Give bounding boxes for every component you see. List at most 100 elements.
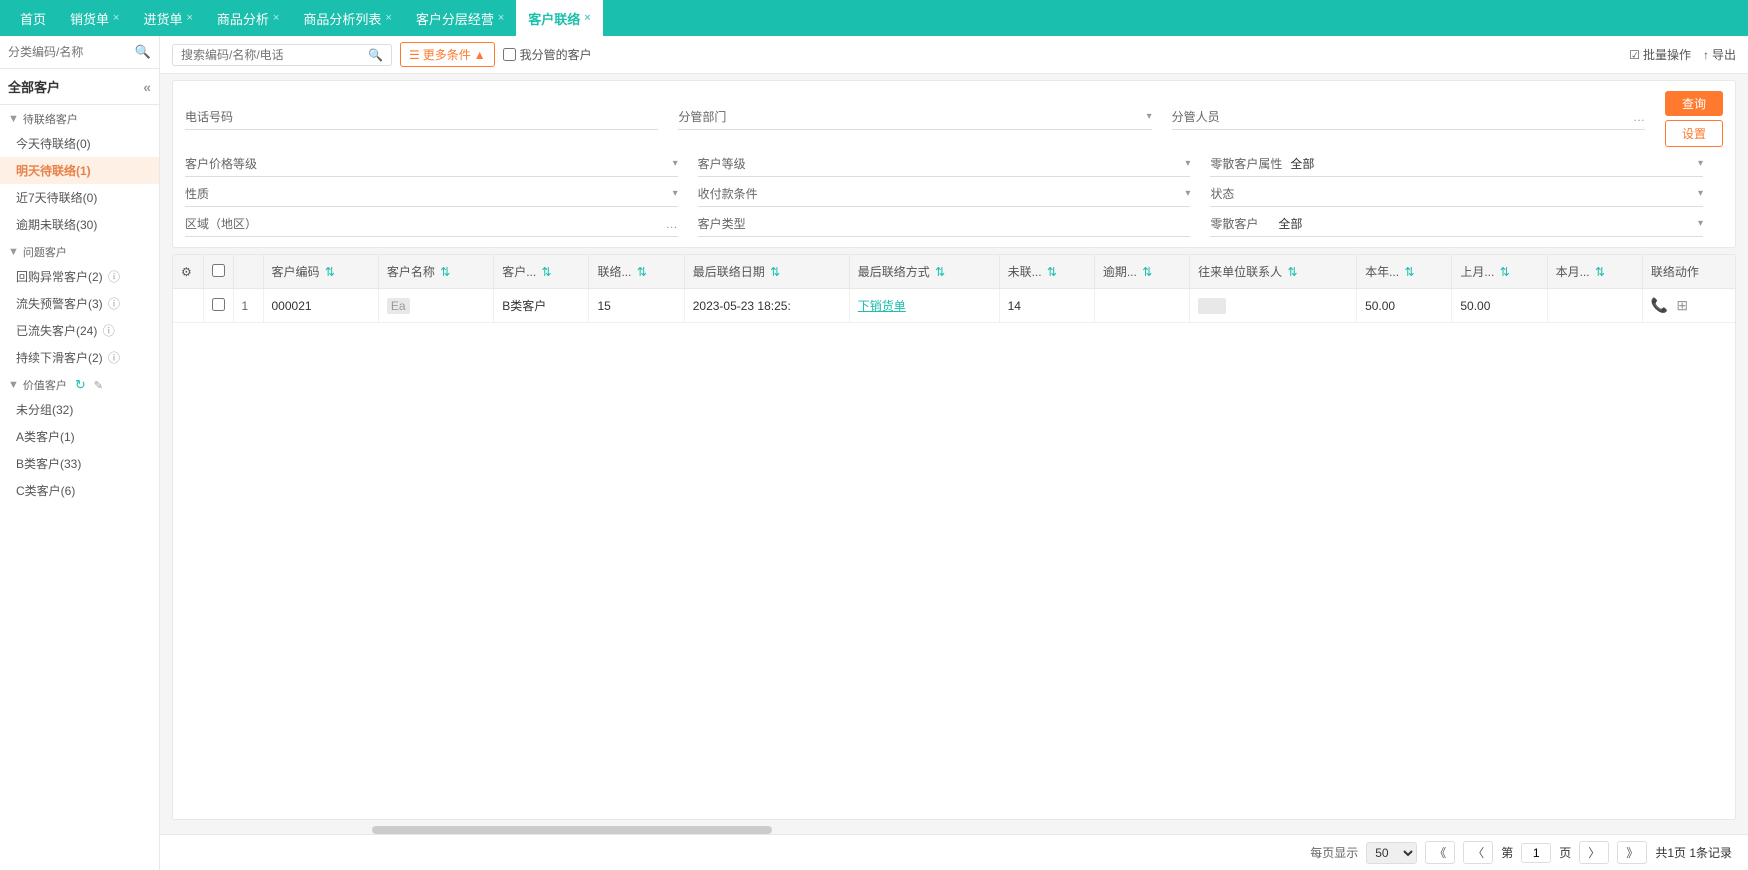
sidebar-item-ungrouped[interactable]: 未分组(32): [0, 396, 159, 423]
row-checkbox-cell[interactable]: [203, 289, 233, 323]
more-conditions-btn[interactable]: ☰ 更多条件 ▲: [400, 42, 495, 67]
row-type-cell: B类客户: [494, 289, 589, 323]
sidebar-item-today-pending[interactable]: 今天待联络(0): [0, 130, 159, 157]
sort-customer-name-icon: ⇅: [440, 265, 450, 279]
sidebar-value-group[interactable]: ▼ 价值客户 ↻ ✎: [0, 371, 159, 396]
nav-close-product-analysis[interactable]: ×: [273, 12, 279, 24]
nav-home[interactable]: 首页: [8, 0, 58, 36]
my-customers-checkbox[interactable]: [503, 48, 516, 61]
sidebar-item-repurchase-anomaly[interactable]: 回购异常客户(2) ⓘ: [0, 263, 159, 290]
next-page-btn[interactable]: 〉: [1579, 841, 1609, 864]
th-num: [233, 255, 263, 289]
table-body: 1 000021 Ea B类客户 15 2023-05-23 18:25: 下销…: [173, 289, 1735, 323]
customer-level-label: 客户等级: [698, 155, 758, 172]
th-this-year[interactable]: 本年... ⇅: [1357, 255, 1452, 289]
prev-page-btn[interactable]: 〈: [1463, 841, 1493, 864]
value-edit-icon[interactable]: ✎: [94, 379, 103, 392]
last-contact-method-link[interactable]: 下销货单: [858, 299, 906, 313]
batch-operation-btn[interactable]: ☑ 批量操作: [1629, 46, 1691, 63]
sidebar-collapse-icon[interactable]: «: [143, 79, 151, 95]
filter-customer-type: 客户类型: [698, 215, 1191, 237]
th-this-month[interactable]: 本月... ⇅: [1547, 255, 1642, 289]
th-contact-person[interactable]: 往来单位联系人 ⇅: [1190, 255, 1357, 289]
select-all-checkbox[interactable]: [212, 264, 225, 277]
th-last-contact-date[interactable]: 最后联络日期 ⇅: [684, 255, 849, 289]
dept-label: 分管部门: [678, 108, 738, 125]
nav-customer-contact[interactable]: 客户联络 ×: [516, 0, 602, 36]
nav-close-customer-segmentation[interactable]: ×: [498, 12, 504, 24]
sidebar-item-type-b[interactable]: B类客户(33): [0, 450, 159, 477]
more-conditions-arrow-icon: ▲: [474, 48, 486, 62]
status-arrow-icon: ▾: [1698, 188, 1703, 199]
sidebar-item-overdue-contact[interactable]: 逾期未联络(30): [0, 211, 159, 238]
churn-warning-info-icon: ⓘ: [108, 297, 120, 311]
export-btn[interactable]: ↑ 导出: [1703, 46, 1736, 63]
problem-group-label: 问题客户: [23, 244, 67, 260]
nav-customer-segmentation[interactable]: 客户分层经营 ×: [404, 0, 516, 36]
sidebar-pending-group[interactable]: ▼ 待联络客户: [0, 105, 159, 130]
total-records: 共1页 1条记录: [1655, 844, 1732, 861]
action-grid-icon[interactable]: ⊞: [1676, 297, 1688, 314]
sidebar-item-tomorrow-pending[interactable]: 明天待联络(1): [0, 157, 159, 184]
action-phone-icon[interactable]: 📞: [1651, 297, 1668, 314]
row-code-cell: 000021: [263, 289, 378, 323]
nav-purchase-order[interactable]: 进货单 ×: [131, 0, 204, 36]
sidebar-problem-group[interactable]: ▼ 问题客户: [0, 238, 159, 263]
filter-price-level: 客户价格等级 ▾: [185, 155, 678, 177]
nav-close-product-analysis-list[interactable]: ×: [385, 12, 391, 24]
search-icon[interactable]: 🔍: [368, 48, 383, 62]
value-refresh-icon[interactable]: ↻: [75, 377, 86, 393]
nav-product-analysis-list[interactable]: 商品分析列表 ×: [291, 0, 403, 36]
th-overdue[interactable]: 逾期... ⇅: [1094, 255, 1189, 289]
th-contacts[interactable]: 联络... ⇅: [589, 255, 684, 289]
nav-sales-order[interactable]: 销货单 ×: [58, 0, 131, 36]
th-last-month[interactable]: 上月... ⇅: [1452, 255, 1547, 289]
row-last-month-cell: 50.00: [1452, 289, 1547, 323]
payment-label: 收付款条件: [698, 185, 758, 202]
row-checkbox[interactable]: [212, 298, 225, 311]
filter-panel: 电话号码 分管部门 ▾ 分管人员 … 查询 设置: [172, 80, 1736, 248]
retail-attr-label: 零散客户属性: [1210, 155, 1282, 172]
th-last-contact-method[interactable]: 最后联络方式 ⇅: [849, 255, 999, 289]
sidebar-search-input[interactable]: [8, 45, 135, 59]
export-icon: ↑: [1703, 48, 1709, 62]
sidebar-item-type-c[interactable]: C类客户(6): [0, 477, 159, 504]
nav-close-purchase-order[interactable]: ×: [186, 12, 192, 24]
row-uncontacted-cell: 14: [999, 289, 1094, 323]
setting-button[interactable]: 设置: [1665, 120, 1723, 147]
nav-close-sales-order[interactable]: ×: [113, 12, 119, 24]
customer-level-arrow-icon: ▾: [1185, 158, 1190, 169]
query-button[interactable]: 查询: [1665, 91, 1723, 116]
last-page-btn[interactable]: 》: [1617, 841, 1647, 864]
th-customer-type[interactable]: 客户... ⇅: [494, 255, 589, 289]
content-area: 🔍 ☰ 更多条件 ▲ 我分管的客户 ☑ 批量操作 ↑ 导出: [160, 36, 1748, 870]
th-settings[interactable]: ⚙: [173, 255, 203, 289]
first-page-btn[interactable]: 《: [1425, 841, 1455, 864]
sidebar-search-icon: 🔍: [135, 44, 151, 60]
page-size-select[interactable]: 50 10 20 100: [1366, 842, 1417, 864]
search-box: 🔍: [172, 44, 392, 66]
row-contact-person-cell: [1190, 289, 1357, 323]
th-uncontacted[interactable]: 未联... ⇅: [999, 255, 1094, 289]
nav-close-customer-contact[interactable]: ×: [584, 12, 590, 24]
sidebar-item-declining[interactable]: 持续下滑客户(2) ⓘ: [0, 344, 159, 371]
region-dots-icon: …: [666, 217, 678, 231]
search-input[interactable]: [181, 48, 364, 62]
th-checkbox[interactable]: [203, 255, 233, 289]
filter-icon: ☰: [409, 48, 420, 62]
nav-product-analysis[interactable]: 商品分析 ×: [205, 0, 291, 36]
page-number-input[interactable]: [1521, 843, 1551, 863]
row-last-contact-method-cell[interactable]: 下销货单: [849, 289, 999, 323]
scrollbar-thumb[interactable]: [372, 826, 772, 834]
sidebar-item-churned[interactable]: 已流失客户(24) ⓘ: [0, 317, 159, 344]
retail-attr-arrow-icon: ▾: [1698, 158, 1703, 169]
th-customer-name[interactable]: 客户名称 ⇅: [378, 255, 493, 289]
sidebar-item-churn-warning[interactable]: 流失预警客户(3) ⓘ: [0, 290, 159, 317]
sidebar-all-customers[interactable]: 全部客户 «: [0, 69, 159, 105]
th-customer-code[interactable]: 客户编码 ⇅: [263, 255, 378, 289]
filter-payment: 收付款条件 ▾: [698, 185, 1191, 207]
sidebar-item-7days-pending[interactable]: 近7天待联络(0): [0, 184, 159, 211]
horizontal-scrollbar[interactable]: [172, 826, 1736, 834]
sidebar-item-type-a[interactable]: A类客户(1): [0, 423, 159, 450]
filter-row-4: 区域（地区） … 客户类型 零散客户 全部 ▾: [185, 215, 1723, 237]
